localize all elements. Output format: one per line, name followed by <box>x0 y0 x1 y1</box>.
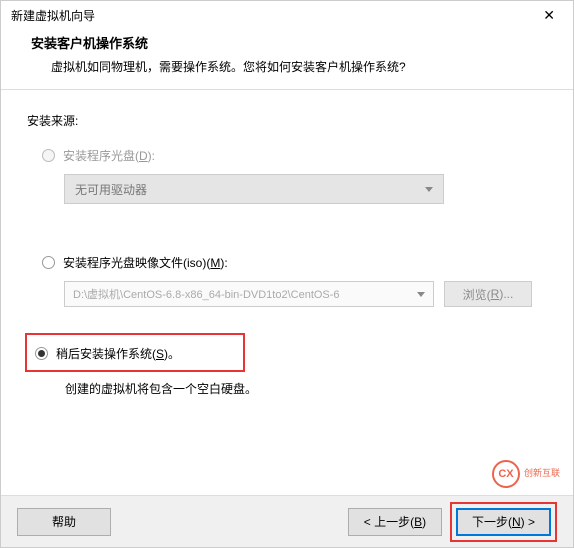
wizard-window: 新建虚拟机向导 ✕ 安装客户机操作系统 虚拟机如同物理机，需要操作系统。您将如何… <box>0 0 574 548</box>
header-title: 安装客户机操作系统 <box>31 33 543 52</box>
iso-path-text: D:\虚拟机\CentOS-6.8-x86_64-bin-DVD1to2\Cen… <box>73 286 340 302</box>
help-button[interactable]: 帮助 <box>17 508 111 536</box>
radio-disc <box>42 149 55 162</box>
radio-iso <box>42 256 55 269</box>
highlight-next: 下一步(N) > <box>450 502 557 542</box>
window-title: 新建虚拟机向导 <box>11 7 95 24</box>
chevron-down-icon <box>425 187 433 192</box>
radio-iso-label: 安装程序光盘映像文件(iso)(M): <box>63 254 228 271</box>
close-icon[interactable]: ✕ <box>535 7 563 24</box>
browse-button[interactable]: 浏览(R)... <box>444 281 532 307</box>
radio-disc-label: 安装程序光盘(D): <box>63 147 155 164</box>
later-desc: 创建的虚拟机将包含一个空白硬盘。 <box>65 380 553 397</box>
iso-path-input[interactable]: D:\虚拟机\CentOS-6.8-x86_64-bin-DVD1to2\Cen… <box>64 281 434 307</box>
header: 安装客户机操作系统 虚拟机如同物理机，需要操作系统。您将如何安装客户机操作系统? <box>1 29 573 90</box>
watermark-text: 创新互联 <box>524 469 560 479</box>
back-button[interactable]: < 上一步(B) <box>348 508 442 536</box>
source-label: 安装来源: <box>27 112 553 129</box>
radio-disc-row[interactable]: 安装程序光盘(D): <box>42 147 553 164</box>
next-button[interactable]: 下一步(N) > <box>456 508 551 536</box>
content: 安装来源: 安装程序光盘(D): 无可用驱动器 安装程序光盘映像文件(iso)(… <box>1 90 573 407</box>
radio-iso-row[interactable]: 安装程序光盘映像文件(iso)(M): <box>42 254 553 271</box>
disc-dropdown-text: 无可用驱动器 <box>75 181 147 198</box>
highlight-later-option: 稍后安装操作系统(S)。 <box>25 333 245 372</box>
option-iso: 安装程序光盘映像文件(iso)(M): D:\虚拟机\CentOS-6.8-x8… <box>42 254 553 307</box>
footer: 帮助 < 上一步(B) 下一步(N) > <box>1 495 573 547</box>
radio-later-label: 稍后安装操作系统(S)。 <box>56 345 180 362</box>
watermark-logo: CX <box>492 460 520 488</box>
radio-later-row[interactable]: 稍后安装操作系统(S)。 <box>35 345 235 362</box>
option-disc: 安装程序光盘(D): 无可用驱动器 <box>42 147 553 204</box>
watermark: CX 创新互联 <box>477 455 574 493</box>
disc-dropdown[interactable]: 无可用驱动器 <box>64 174 444 204</box>
titlebar: 新建虚拟机向导 ✕ <box>1 1 573 29</box>
radio-later <box>35 347 48 360</box>
chevron-down-icon <box>417 292 425 297</box>
iso-row: D:\虚拟机\CentOS-6.8-x86_64-bin-DVD1to2\Cen… <box>64 281 553 307</box>
header-desc: 虚拟机如同物理机，需要操作系统。您将如何安装客户机操作系统? <box>31 58 543 75</box>
